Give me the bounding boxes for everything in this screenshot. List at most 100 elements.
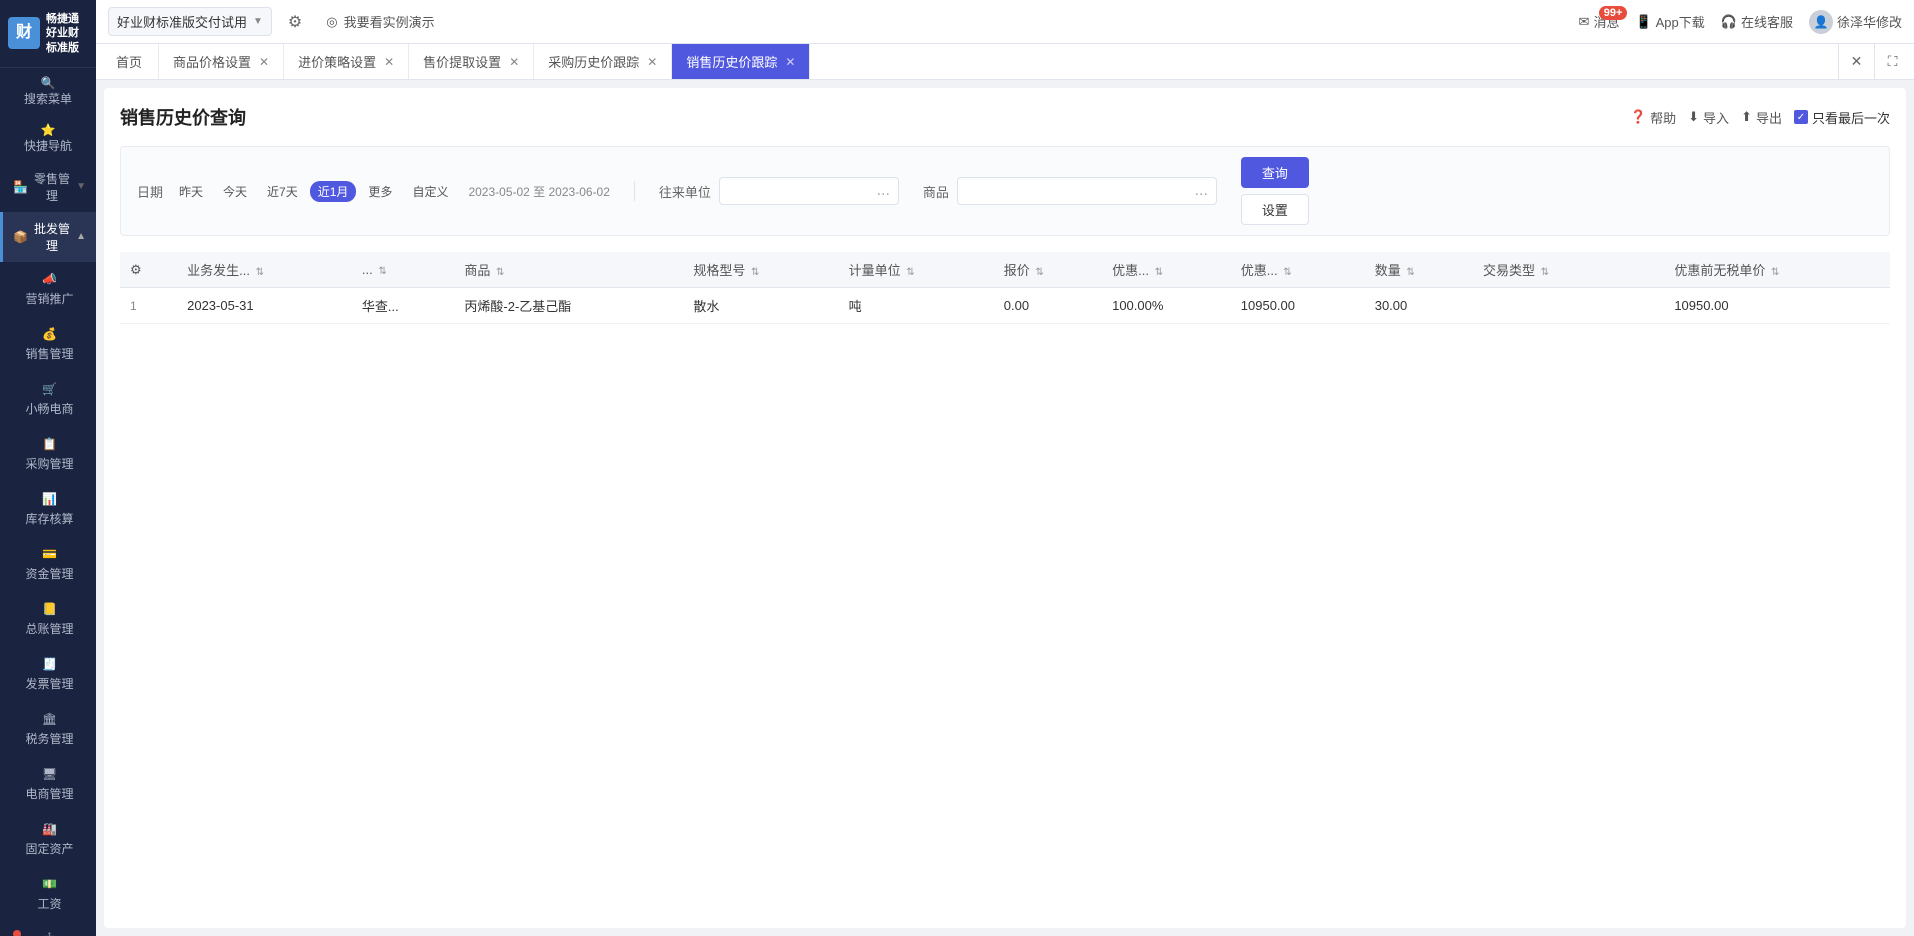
finance-icon: 💳 xyxy=(42,547,57,561)
tab-purchase-strategy-label: 进价策略设置 xyxy=(298,52,376,71)
sidebar-item-finance[interactable]: 💳 资金管理 xyxy=(0,537,96,592)
sort-price-icon: ⇅ xyxy=(1035,267,1043,278)
cell-unit: 吨 xyxy=(839,288,994,324)
sidebar-item-ledger[interactable]: 📒 总账管理 xyxy=(0,592,96,647)
tab-goods-price[interactable]: 商品价格设置 ✕ xyxy=(159,44,284,79)
sidebar-item-tax[interactable]: 🏛 税务管理 xyxy=(0,702,96,757)
tab-goods-price-close[interactable]: ✕ xyxy=(259,55,269,69)
sidebar-item-assets[interactable]: 🏭 固定资产 xyxy=(0,812,96,867)
cell-discount2: 10950.00 xyxy=(1231,288,1365,324)
sidebar-item-inventory[interactable]: 📊 库存核算 xyxy=(0,482,96,537)
sidebar-item-ecommerce[interactable]: 🖥 电商管理 xyxy=(0,757,96,812)
messages-badge: 99+ xyxy=(1599,6,1628,20)
sort-col3-icon: ⇅ xyxy=(378,266,386,277)
sidebar-item-sales-mgmt[interactable]: 💰 销售管理 xyxy=(0,317,96,372)
cell-goods: 丙烯酸-2-乙基己酯 xyxy=(454,288,683,324)
app-name: 畅捷通好业财 标准版 xyxy=(46,12,88,55)
demo-icon: ◎ xyxy=(326,14,337,30)
sidebar: 财 畅捷通好业财 标准版 🔍 搜索菜单 ⭐ 快捷导航 🏪 零售管理 ▼ 📦 批发… xyxy=(0,0,96,936)
sidebar-item-retail[interactable]: 🏪 零售管理 ▼ xyxy=(0,162,96,212)
sidebar-item-wholesale[interactable]: 📦 批发管理 ▲ xyxy=(0,212,96,262)
col-spec[interactable]: 规格型号 ⇅ xyxy=(683,252,838,288)
col-discount2[interactable]: 优惠... ⇅ xyxy=(1231,252,1365,288)
only-last-checkbox-label[interactable]: ✓ 只看最后一次 xyxy=(1794,108,1890,127)
col-qty[interactable]: 数量 ⇅ xyxy=(1365,252,1473,288)
col-goods[interactable]: 商品 ⇅ xyxy=(454,252,683,288)
export-link[interactable]: ⬆ 导出 xyxy=(1741,108,1782,127)
col-discount1[interactable]: 优惠... ⇅ xyxy=(1102,252,1231,288)
tab-sale-extract[interactable]: 售价提取设置 ✕ xyxy=(409,44,534,79)
sidebar-item-purchase[interactable]: 📋 采购管理 xyxy=(0,427,96,482)
version-select[interactable]: 好业财标准版交付试用 ▼ xyxy=(108,7,272,36)
goods-dots-button[interactable]: ... xyxy=(1195,182,1208,200)
tab-expand-button[interactable]: ⛶ xyxy=(1874,44,1910,80)
user-menu-button[interactable]: 👤 徐泽华修改 xyxy=(1809,10,1902,34)
date-option-1month[interactable]: 近1月 xyxy=(310,181,357,202)
date-option-more[interactable]: 更多 xyxy=(360,181,400,202)
table-container: ⚙ 业务发生... ⇅ ... ⇅ 商品 ⇅ xyxy=(120,252,1890,324)
cell-col3: 华查... xyxy=(352,288,455,324)
date-option-yesterday[interactable]: 昨天 xyxy=(171,181,211,202)
col-settings[interactable]: ⚙ xyxy=(120,252,177,288)
smart-badge-dot xyxy=(13,930,21,936)
only-last-checkbox[interactable]: ✓ xyxy=(1794,110,1808,124)
search-icon: 🔍 xyxy=(4,76,92,90)
demo-button[interactable]: ◎ 我要看实例演示 xyxy=(318,12,442,31)
online-service-button[interactable]: 🎧 在线客服 xyxy=(1721,12,1793,31)
source-unit-dots-button[interactable]: ... xyxy=(877,182,890,200)
quicknav-icon: ⭐ xyxy=(4,123,92,137)
content-area: 销售历史价查询 ❓ 帮助 ⬇ 导入 ⬆ 导出 ✓ 只看最后一次 xyxy=(104,88,1906,928)
app-logo: 财 畅捷通好业财 标准版 xyxy=(0,0,96,68)
tab-purchase-history-close[interactable]: ✕ xyxy=(647,55,657,69)
messages-button[interactable]: ✉ 消息 99+ xyxy=(1579,12,1620,31)
date-option-7days[interactable]: 近7天 xyxy=(259,181,306,202)
date-option-custom[interactable]: 自定义 xyxy=(404,181,456,202)
service-icon: 🎧 xyxy=(1721,14,1737,30)
col-pretax-price[interactable]: 优惠前无税单价 ⇅ xyxy=(1664,252,1890,288)
tab-purchase-history-label: 采购历史价跟踪 xyxy=(548,52,639,71)
sidebar-search[interactable]: 🔍 搜索菜单 xyxy=(0,68,96,115)
import-link[interactable]: ⬇ 导入 xyxy=(1688,108,1729,127)
col-price[interactable]: 报价 ⇅ xyxy=(994,252,1102,288)
tab-sales-history[interactable]: 销售历史价跟踪 ✕ xyxy=(672,44,810,79)
sidebar-item-xiaochang[interactable]: 🛒 小畅电商 xyxy=(0,372,96,427)
col-unit[interactable]: 计量单位 ⇅ xyxy=(839,252,994,288)
tab-sale-extract-close[interactable]: ✕ xyxy=(509,55,519,69)
tab-purchase-history[interactable]: 采购历史价跟踪 ✕ xyxy=(534,44,672,79)
tabbar: 首页 商品价格设置 ✕ 进价策略设置 ✕ 售价提取设置 ✕ 采购历史价跟踪 ✕ … xyxy=(96,44,1914,80)
app-download-button[interactable]: 📱 App下载 xyxy=(1635,12,1704,31)
tabbar-controls: ✕ ⛶ xyxy=(1838,44,1910,80)
col-biz-date[interactable]: 业务发生... ⇅ xyxy=(177,252,352,288)
help-link[interactable]: ❓ 帮助 xyxy=(1630,108,1676,127)
table-header: ⚙ 业务发生... ⇅ ... ⇅ 商品 ⇅ xyxy=(120,252,1890,288)
tab-home[interactable]: 首页 xyxy=(100,44,159,79)
sidebar-item-salary[interactable]: 💵 工资 xyxy=(0,867,96,922)
col-tx-type[interactable]: 交易类型 ⇅ xyxy=(1473,252,1628,288)
query-button[interactable]: 查询 xyxy=(1241,157,1309,188)
tab-close-button[interactable]: ✕ xyxy=(1838,44,1874,80)
goods-input-box[interactable]: ... xyxy=(957,177,1217,205)
source-unit-input-box[interactable]: ... xyxy=(719,177,899,205)
table-settings-icon: ⚙ xyxy=(130,262,142,277)
xiaochang-icon: 🛒 xyxy=(42,382,57,396)
data-table: ⚙ 业务发生... ⇅ ... ⇅ 商品 ⇅ xyxy=(120,252,1890,324)
date-option-today[interactable]: 今天 xyxy=(215,181,255,202)
sort-pretax-icon: ⇅ xyxy=(1771,267,1779,278)
sort-goods-icon: ⇅ xyxy=(496,267,504,278)
sidebar-item-marketing[interactable]: 📣 营销推广 xyxy=(0,262,96,317)
col-3[interactable]: ... ⇅ xyxy=(352,252,455,288)
cell-index: 1 xyxy=(120,288,177,324)
sidebar-item-invoice[interactable]: 🧾 发票管理 xyxy=(0,647,96,702)
sort-spec-icon: ⇅ xyxy=(751,267,759,278)
assets-icon: 🏭 xyxy=(42,822,57,836)
sidebar-item-smart[interactable]: 🤖 智能管理 xyxy=(0,922,96,936)
tab-sales-history-close[interactable]: ✕ xyxy=(785,55,795,69)
tab-purchase-strategy[interactable]: 进价策略设置 ✕ xyxy=(284,44,409,79)
sidebar-quicknav[interactable]: ⭐ 快捷导航 xyxy=(0,115,96,162)
source-unit-label: 往来单位 xyxy=(659,182,711,201)
settings-button[interactable]: 设置 xyxy=(1241,194,1309,225)
topbar-settings-button[interactable]: ⚙ xyxy=(284,8,306,36)
tab-purchase-strategy-close[interactable]: ✕ xyxy=(384,55,394,69)
date-options: 昨天 今天 近7天 近1月 更多 自定义 xyxy=(171,181,456,202)
cell-pretax-price: 10950.00 xyxy=(1664,288,1890,324)
